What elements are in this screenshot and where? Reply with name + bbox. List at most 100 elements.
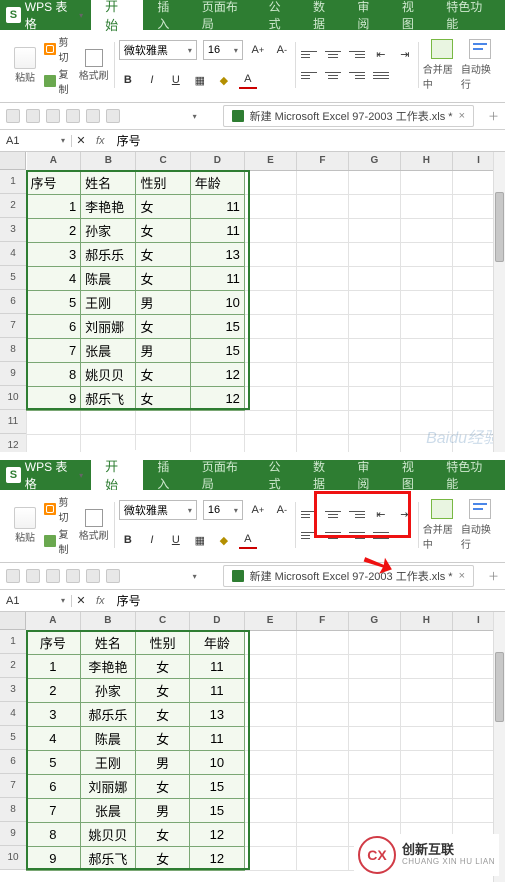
cell[interactable]: [348, 750, 400, 774]
cell[interactable]: 孙家: [81, 218, 136, 242]
cell[interactable]: [348, 290, 400, 314]
column-header[interactable]: C: [136, 612, 190, 630]
row-header[interactable]: 9: [0, 822, 26, 846]
preview-icon[interactable]: [66, 569, 80, 583]
align-justify-button[interactable]: [372, 527, 390, 545]
cell[interactable]: [244, 194, 296, 218]
cell[interactable]: 郝乐飞: [81, 386, 136, 410]
cell[interactable]: [296, 386, 348, 410]
cell[interactable]: 9: [26, 846, 80, 870]
align-bottom-button[interactable]: [348, 506, 366, 524]
cell[interactable]: 郝乐乐: [81, 242, 136, 266]
cut-button[interactable]: 剪切: [44, 34, 77, 64]
fill-color-button[interactable]: ◆: [215, 531, 233, 549]
increase-font-button[interactable]: A+: [249, 501, 267, 519]
cell[interactable]: 刘丽娜: [80, 774, 135, 798]
cell[interactable]: [244, 290, 296, 314]
document-tab[interactable]: 新建 Microsoft Excel 97-2003 工作表.xls * ×: [223, 565, 474, 587]
cell[interactable]: [81, 410, 136, 434]
qat-menu-caret[interactable]: ▾: [193, 112, 197, 121]
cell[interactable]: [400, 434, 452, 452]
tab-layout[interactable]: 页面布局: [194, 0, 255, 38]
row-header[interactable]: 1: [0, 630, 26, 654]
cell[interactable]: [244, 654, 296, 678]
row-header[interactable]: 5: [0, 266, 26, 290]
indent-inc-button[interactable]: ⇥: [396, 506, 414, 524]
app-menu-caret[interactable]: ▾: [79, 11, 83, 20]
cell[interactable]: 15: [190, 314, 244, 338]
bold-button[interactable]: B: [119, 531, 137, 549]
cell[interactable]: [136, 410, 190, 434]
italic-button[interactable]: I: [143, 531, 161, 549]
cell[interactable]: 张晨: [80, 798, 135, 822]
wrap-text-button[interactable]: 自动换行: [461, 39, 499, 91]
cell[interactable]: 姓名: [80, 630, 135, 654]
row-header[interactable]: 3: [0, 218, 26, 242]
cell[interactable]: 女: [136, 822, 190, 846]
cell[interactable]: [348, 386, 400, 410]
cell[interactable]: [400, 266, 452, 290]
cell[interactable]: 女: [136, 362, 190, 386]
cell[interactable]: [296, 434, 348, 452]
cell[interactable]: 11: [190, 726, 244, 750]
cell[interactable]: [348, 678, 400, 702]
cell[interactable]: [244, 386, 296, 410]
align-middle-button[interactable]: [324, 46, 342, 64]
cell[interactable]: [244, 678, 296, 702]
cell[interactable]: [400, 386, 452, 410]
cell[interactable]: [400, 798, 452, 822]
align-left-button[interactable]: [300, 527, 318, 545]
select-all-corner[interactable]: [0, 612, 26, 630]
row-header[interactable]: 10: [0, 846, 26, 870]
cell[interactable]: [296, 290, 348, 314]
cell[interactable]: [296, 410, 348, 434]
tab-special[interactable]: 特色功能: [438, 0, 499, 38]
cell[interactable]: [348, 654, 400, 678]
cell[interactable]: 7: [26, 798, 80, 822]
cell[interactable]: [244, 774, 296, 798]
cell[interactable]: 郝乐乐: [80, 702, 135, 726]
column-header[interactable]: G: [348, 612, 400, 630]
underline-button[interactable]: U: [167, 531, 185, 549]
border-button[interactable]: ▦: [191, 71, 209, 89]
format-painter-button[interactable]: 格式刷: [77, 49, 109, 82]
cell[interactable]: 女: [136, 654, 190, 678]
cell[interactable]: [348, 170, 400, 194]
row-header[interactable]: 8: [0, 338, 26, 362]
spreadsheet[interactable]: 12345678910111213 ABCDEFGHI 序号姓名性别年龄1李艳艳…: [0, 152, 505, 452]
cell[interactable]: 6: [26, 774, 80, 798]
column-header[interactable]: D: [190, 152, 244, 170]
cell[interactable]: 孙家: [80, 678, 135, 702]
cell[interactable]: 10: [190, 290, 244, 314]
cell[interactable]: 女: [136, 314, 190, 338]
cell[interactable]: 姓名: [81, 170, 136, 194]
cell[interactable]: 姚贝贝: [80, 822, 135, 846]
name-box[interactable]: A1▾: [0, 135, 72, 147]
cell[interactable]: 5: [26, 750, 80, 774]
cell[interactable]: [244, 266, 296, 290]
cell[interactable]: [244, 314, 296, 338]
scrollbar-thumb[interactable]: [495, 652, 504, 722]
print-icon[interactable]: [46, 109, 60, 123]
column-header[interactable]: F: [296, 612, 348, 630]
cell[interactable]: [400, 702, 452, 726]
cell[interactable]: [296, 750, 348, 774]
cell[interactable]: [27, 410, 81, 434]
cell[interactable]: [244, 170, 296, 194]
fill-color-button[interactable]: ◆: [215, 71, 233, 89]
cell[interactable]: [244, 218, 296, 242]
cell[interactable]: [400, 750, 452, 774]
cell[interactable]: 王刚: [80, 750, 135, 774]
cell[interactable]: [296, 702, 348, 726]
align-center-button[interactable]: [324, 527, 342, 545]
cell[interactable]: 9: [27, 386, 81, 410]
font-color-button[interactable]: A: [239, 71, 257, 89]
row-header[interactable]: 6: [0, 290, 26, 314]
cell[interactable]: [244, 630, 296, 654]
cell[interactable]: 女: [136, 218, 190, 242]
align-center-button[interactable]: [324, 67, 342, 85]
column-header[interactable]: E: [244, 152, 296, 170]
close-tab-button[interactable]: ×: [459, 110, 465, 122]
cell[interactable]: 3: [27, 242, 81, 266]
font-size-select[interactable]: 16▾: [203, 40, 243, 60]
